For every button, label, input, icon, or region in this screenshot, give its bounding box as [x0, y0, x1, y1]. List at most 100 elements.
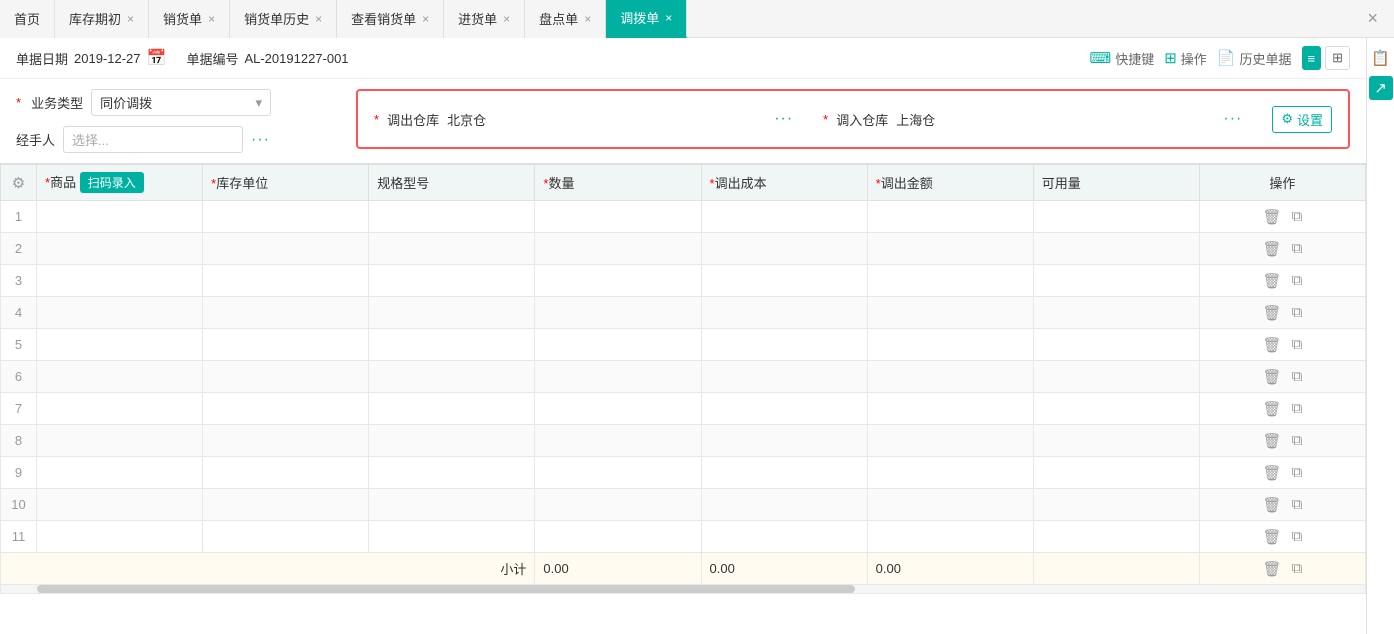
tab-purchase-close[interactable]: ×	[503, 12, 510, 26]
row-product-6[interactable]	[37, 361, 203, 393]
row-available-10[interactable]	[1033, 489, 1199, 521]
handler-more-button[interactable]: ···	[251, 131, 270, 149]
row-qty-1[interactable]	[535, 201, 701, 233]
row-unit-5[interactable]	[203, 329, 369, 361]
row-spec-3[interactable]	[369, 265, 535, 297]
row-amount-7[interactable]	[867, 393, 1033, 425]
subtotal-copy-button[interactable]: ⧉	[1290, 560, 1305, 577]
row-unit-3[interactable]	[203, 265, 369, 297]
actions-button[interactable]: ⊞ 操作	[1164, 49, 1207, 68]
calendar-icon[interactable]: 📅	[147, 48, 167, 68]
row-amount-6[interactable]	[867, 361, 1033, 393]
row-cost-5[interactable]	[701, 329, 867, 361]
row-cost-8[interactable]	[701, 425, 867, 457]
copy-row-5-button[interactable]: ⧉	[1290, 336, 1305, 353]
row-amount-11[interactable]	[867, 521, 1033, 553]
tab-transfer[interactable]: 调拨单 ×	[606, 0, 687, 38]
scan-button[interactable]: 扫码录入	[80, 172, 144, 193]
row-amount-5[interactable]	[867, 329, 1033, 361]
row-available-3[interactable]	[1033, 265, 1199, 297]
row-product-1[interactable]	[37, 201, 203, 233]
row-available-9[interactable]	[1033, 457, 1199, 489]
delete-row-7-button[interactable]: 🗑	[1261, 400, 1284, 418]
row-cost-2[interactable]	[701, 233, 867, 265]
row-spec-10[interactable]	[369, 489, 535, 521]
tab-view-sales[interactable]: 查看销货单 ×	[337, 0, 444, 38]
settings-button[interactable]: ⚙ 设置	[1272, 106, 1332, 133]
row-available-5[interactable]	[1033, 329, 1199, 361]
row-cost-4[interactable]	[701, 297, 867, 329]
row-qty-9[interactable]	[535, 457, 701, 489]
tab-inventory-init[interactable]: 库存期初 ×	[55, 0, 149, 38]
delete-row-2-button[interactable]: 🗑	[1261, 240, 1284, 258]
delete-row-11-button[interactable]: 🗑	[1261, 528, 1284, 546]
row-available-6[interactable]	[1033, 361, 1199, 393]
row-spec-11[interactable]	[369, 521, 535, 553]
row-qty-6[interactable]	[535, 361, 701, 393]
row-product-10[interactable]	[37, 489, 203, 521]
delete-row-6-button[interactable]: 🗑	[1261, 368, 1284, 386]
sidebar-expand-button[interactable]: ↗	[1369, 76, 1393, 100]
scrollbar-row[interactable]	[1, 585, 1366, 594]
subtotal-delete-button[interactable]: 🗑	[1261, 560, 1284, 578]
row-product-9[interactable]	[37, 457, 203, 489]
tab-transfer-close[interactable]: ×	[665, 11, 672, 25]
tab-view-sales-close[interactable]: ×	[422, 12, 429, 26]
row-cost-3[interactable]	[701, 265, 867, 297]
business-type-select[interactable]: 同价调拨 ▾	[91, 89, 271, 116]
copy-row-4-button[interactable]: ⧉	[1290, 304, 1305, 321]
tab-sales-history[interactable]: 销货单历史 ×	[230, 0, 337, 38]
row-available-7[interactable]	[1033, 393, 1199, 425]
copy-row-10-button[interactable]: ⧉	[1290, 496, 1305, 513]
row-available-11[interactable]	[1033, 521, 1199, 553]
shortcuts-button[interactable]: ⌨ 快捷键	[1090, 49, 1155, 68]
delete-row-9-button[interactable]: 🗑	[1261, 464, 1284, 482]
copy-row-8-button[interactable]: ⧉	[1290, 432, 1305, 449]
delete-row-8-button[interactable]: 🗑	[1261, 432, 1284, 450]
row-amount-9[interactable]	[867, 457, 1033, 489]
row-qty-3[interactable]	[535, 265, 701, 297]
row-qty-2[interactable]	[535, 233, 701, 265]
row-product-8[interactable]	[37, 425, 203, 457]
table-gear-icon[interactable]: ⚙	[12, 175, 25, 192]
delete-row-1-button[interactable]: 🗑	[1261, 208, 1284, 226]
row-product-11[interactable]	[37, 521, 203, 553]
row-available-1[interactable]	[1033, 201, 1199, 233]
row-spec-1[interactable]	[369, 201, 535, 233]
row-product-7[interactable]	[37, 393, 203, 425]
row-qty-11[interactable]	[535, 521, 701, 553]
row-product-4[interactable]	[37, 297, 203, 329]
row-spec-7[interactable]	[369, 393, 535, 425]
row-available-4[interactable]	[1033, 297, 1199, 329]
copy-row-3-button[interactable]: ⧉	[1290, 272, 1305, 289]
row-product-5[interactable]	[37, 329, 203, 361]
tab-purchase[interactable]: 进货单 ×	[444, 0, 525, 38]
tab-sales-history-close[interactable]: ×	[315, 12, 322, 26]
history-button[interactable]: 📄 历史单据	[1217, 49, 1292, 68]
row-amount-3[interactable]	[867, 265, 1033, 297]
row-unit-8[interactable]	[203, 425, 369, 457]
copy-row-11-button[interactable]: ⧉	[1290, 528, 1305, 545]
row-unit-2[interactable]	[203, 233, 369, 265]
row-cost-6[interactable]	[701, 361, 867, 393]
scrollbar[interactable]	[1, 585, 1366, 594]
close-all-button[interactable]: ×	[1359, 8, 1386, 29]
row-available-8[interactable]	[1033, 425, 1199, 457]
row-cost-10[interactable]	[701, 489, 867, 521]
tab-stocktake-close[interactable]: ×	[584, 12, 591, 26]
row-spec-6[interactable]	[369, 361, 535, 393]
tab-sales-order[interactable]: 销货单 ×	[149, 0, 230, 38]
row-cost-1[interactable]	[701, 201, 867, 233]
row-unit-7[interactable]	[203, 393, 369, 425]
row-spec-5[interactable]	[369, 329, 535, 361]
copy-row-7-button[interactable]: ⧉	[1290, 400, 1305, 417]
row-amount-1[interactable]	[867, 201, 1033, 233]
row-product-2[interactable]	[37, 233, 203, 265]
row-amount-8[interactable]	[867, 425, 1033, 457]
copy-row-1-button[interactable]: ⧉	[1290, 208, 1305, 225]
tab-sales-order-close[interactable]: ×	[208, 12, 215, 26]
row-unit-11[interactable]	[203, 521, 369, 553]
row-unit-6[interactable]	[203, 361, 369, 393]
row-spec-8[interactable]	[369, 425, 535, 457]
warehouse-in-more-button[interactable]: ···	[1223, 110, 1242, 128]
